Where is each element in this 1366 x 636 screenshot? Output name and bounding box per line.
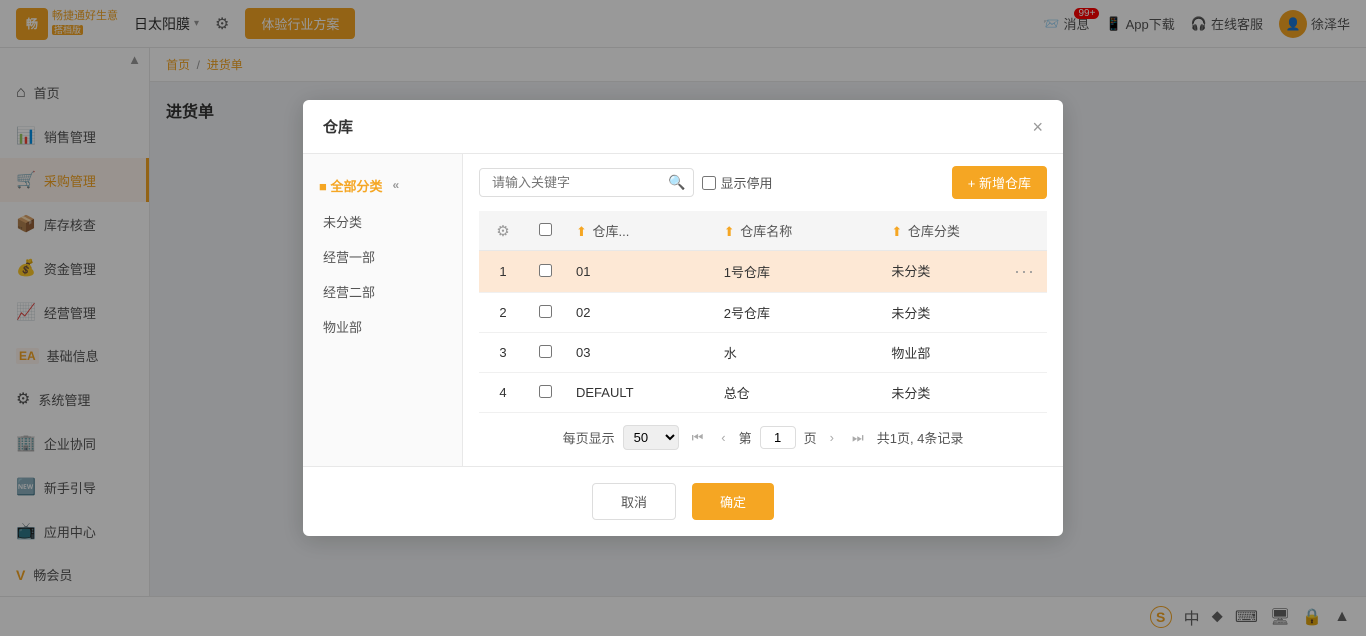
sort-icon-name: ⬆ xyxy=(724,224,735,239)
cell-check-1 xyxy=(527,251,564,293)
category-sidebar: ■ 全部分类 « 未分类 经营一部 经营二部 物业部 xyxy=(303,154,463,466)
th-gear: ⚙ xyxy=(479,211,527,251)
cell-name-2: 2号仓库 xyxy=(712,293,880,333)
page-label: 第 xyxy=(739,428,752,447)
cell-name-4: 总仓 xyxy=(712,373,880,413)
first-page-btn[interactable]: ⏮ xyxy=(687,428,709,448)
row-checkbox-4[interactable] xyxy=(539,385,552,398)
per-page-select[interactable]: 50 20 100 xyxy=(623,425,679,450)
per-page-label: 每页显示 xyxy=(563,428,615,447)
show-disabled-checkbox[interactable] xyxy=(702,176,716,190)
select-all-checkbox[interactable] xyxy=(539,223,552,236)
cell-code-2: 02 xyxy=(564,293,712,333)
total-records: 共1页, 4条记录 xyxy=(877,428,964,447)
table-row[interactable]: 1 01 1号仓库 未分类 ··· xyxy=(479,251,1047,293)
cell-seq-2: 2 xyxy=(479,293,527,333)
all-categories-label: ■ 全部分类 xyxy=(319,176,382,195)
sort-icon-code: ⬆ xyxy=(576,224,587,239)
search-icon[interactable]: 🔍 xyxy=(668,174,685,191)
cell-category-4: 未分类 xyxy=(879,373,1047,413)
last-page-btn[interactable]: ⏭ xyxy=(847,428,869,448)
th-code-label: 仓库... xyxy=(593,224,630,239)
cell-code-4: DEFAULT xyxy=(564,373,712,413)
dialog-footer: 取消 确定 xyxy=(303,466,1063,536)
cell-check-3 xyxy=(527,333,564,373)
cell-category-2: 未分类 xyxy=(879,293,1047,333)
new-warehouse-btn[interactable]: + 新增仓库 xyxy=(952,166,1047,199)
search-input[interactable] xyxy=(488,169,668,196)
category-item-3[interactable]: 物业部 xyxy=(303,309,462,344)
cell-seq-3: 3 xyxy=(479,333,527,373)
prev-page-btn[interactable]: ‹ xyxy=(716,428,730,447)
modal-overlay: 仓库 × ■ 全部分类 « 未分类 经营一部 经营二部 xyxy=(0,0,1366,636)
dialog-body: ■ 全部分类 « 未分类 经营一部 经营二部 物业部 xyxy=(303,154,1063,466)
warehouse-table: ⚙ ⬆ 仓库... ⬆ xyxy=(479,211,1047,413)
th-name-label: 仓库名称 xyxy=(740,224,792,239)
sort-icon-category: ⬆ xyxy=(891,224,902,239)
cell-category-3: 物业部 xyxy=(879,333,1047,373)
header-row: ⚙ ⬆ 仓库... ⬆ xyxy=(479,211,1047,251)
dialog-header: 仓库 × xyxy=(303,100,1063,154)
row-more-icon-1[interactable]: ··· xyxy=(1014,261,1035,282)
cell-code-3: 03 xyxy=(564,333,712,373)
table-header: ⚙ ⬆ 仓库... ⬆ xyxy=(479,211,1047,251)
cell-check-2 xyxy=(527,293,564,333)
confirm-btn[interactable]: 确定 xyxy=(692,483,774,520)
search-box: 🔍 xyxy=(479,168,694,197)
row-checkbox-3[interactable] xyxy=(539,345,552,358)
cell-name-3: 水 xyxy=(712,333,880,373)
pagination: 每页显示 50 20 100 ⏮ ‹ 第 页 › ⏭ 共1页, 4条记录 xyxy=(479,413,1047,454)
page-input[interactable] xyxy=(760,426,796,449)
cell-category-1: 未分类 ··· xyxy=(879,251,1047,293)
cancel-btn[interactable]: 取消 xyxy=(592,483,676,520)
dialog-toolbar: 🔍 显示停用 + 新增仓库 xyxy=(479,166,1047,199)
category-label-0: 未分类 xyxy=(323,215,362,230)
table-row[interactable]: 3 03 水 物业部 xyxy=(479,333,1047,373)
category-item-1[interactable]: 经营一部 xyxy=(303,239,462,274)
cell-check-4 xyxy=(527,373,564,413)
table-body: 1 01 1号仓库 未分类 ··· xyxy=(479,251,1047,413)
warehouse-dialog: 仓库 × ■ 全部分类 « 未分类 经营一部 经营二部 xyxy=(303,100,1063,536)
category-item-0[interactable]: 未分类 xyxy=(303,204,462,239)
show-disabled-text: 显示停用 xyxy=(720,173,772,192)
th-name: ⬆ 仓库名称 xyxy=(712,211,880,251)
category-label-2: 经营二部 xyxy=(323,285,375,300)
row-checkbox-2[interactable] xyxy=(539,305,552,318)
row-checkbox-1[interactable] xyxy=(539,264,552,277)
th-category-label: 仓库分类 xyxy=(908,224,960,239)
all-categories-item[interactable]: ■ 全部分类 « xyxy=(303,166,462,204)
category-collapse-btn[interactable]: « xyxy=(388,174,403,196)
th-check xyxy=(527,211,564,251)
cell-name-1: 1号仓库 xyxy=(712,251,880,293)
cell-seq-1: 1 xyxy=(479,251,527,293)
header-gear-icon[interactable]: ⚙ xyxy=(496,223,509,240)
th-code: ⬆ 仓库... xyxy=(564,211,712,251)
th-category: ⬆ 仓库分类 xyxy=(879,211,1047,251)
cell-seq-4: 4 xyxy=(479,373,527,413)
show-disabled-label: 显示停用 xyxy=(702,173,772,192)
page-suffix: 页 xyxy=(804,428,817,447)
dialog-title: 仓库 xyxy=(323,116,353,137)
category-label-3: 物业部 xyxy=(323,320,362,335)
next-page-btn[interactable]: › xyxy=(825,428,839,447)
category-label-1: 经营一部 xyxy=(323,250,375,265)
dialog-main-content: 🔍 显示停用 + 新增仓库 ⚙ xyxy=(463,154,1063,466)
warehouse-table-wrap: ⚙ ⬆ 仓库... ⬆ xyxy=(479,211,1047,413)
category-item-2[interactable]: 经营二部 xyxy=(303,274,462,309)
cell-code-1: 01 xyxy=(564,251,712,293)
table-row[interactable]: 4 DEFAULT 总仓 未分类 xyxy=(479,373,1047,413)
dialog-close-btn[interactable]: × xyxy=(1032,118,1043,136)
table-row[interactable]: 2 02 2号仓库 未分类 xyxy=(479,293,1047,333)
